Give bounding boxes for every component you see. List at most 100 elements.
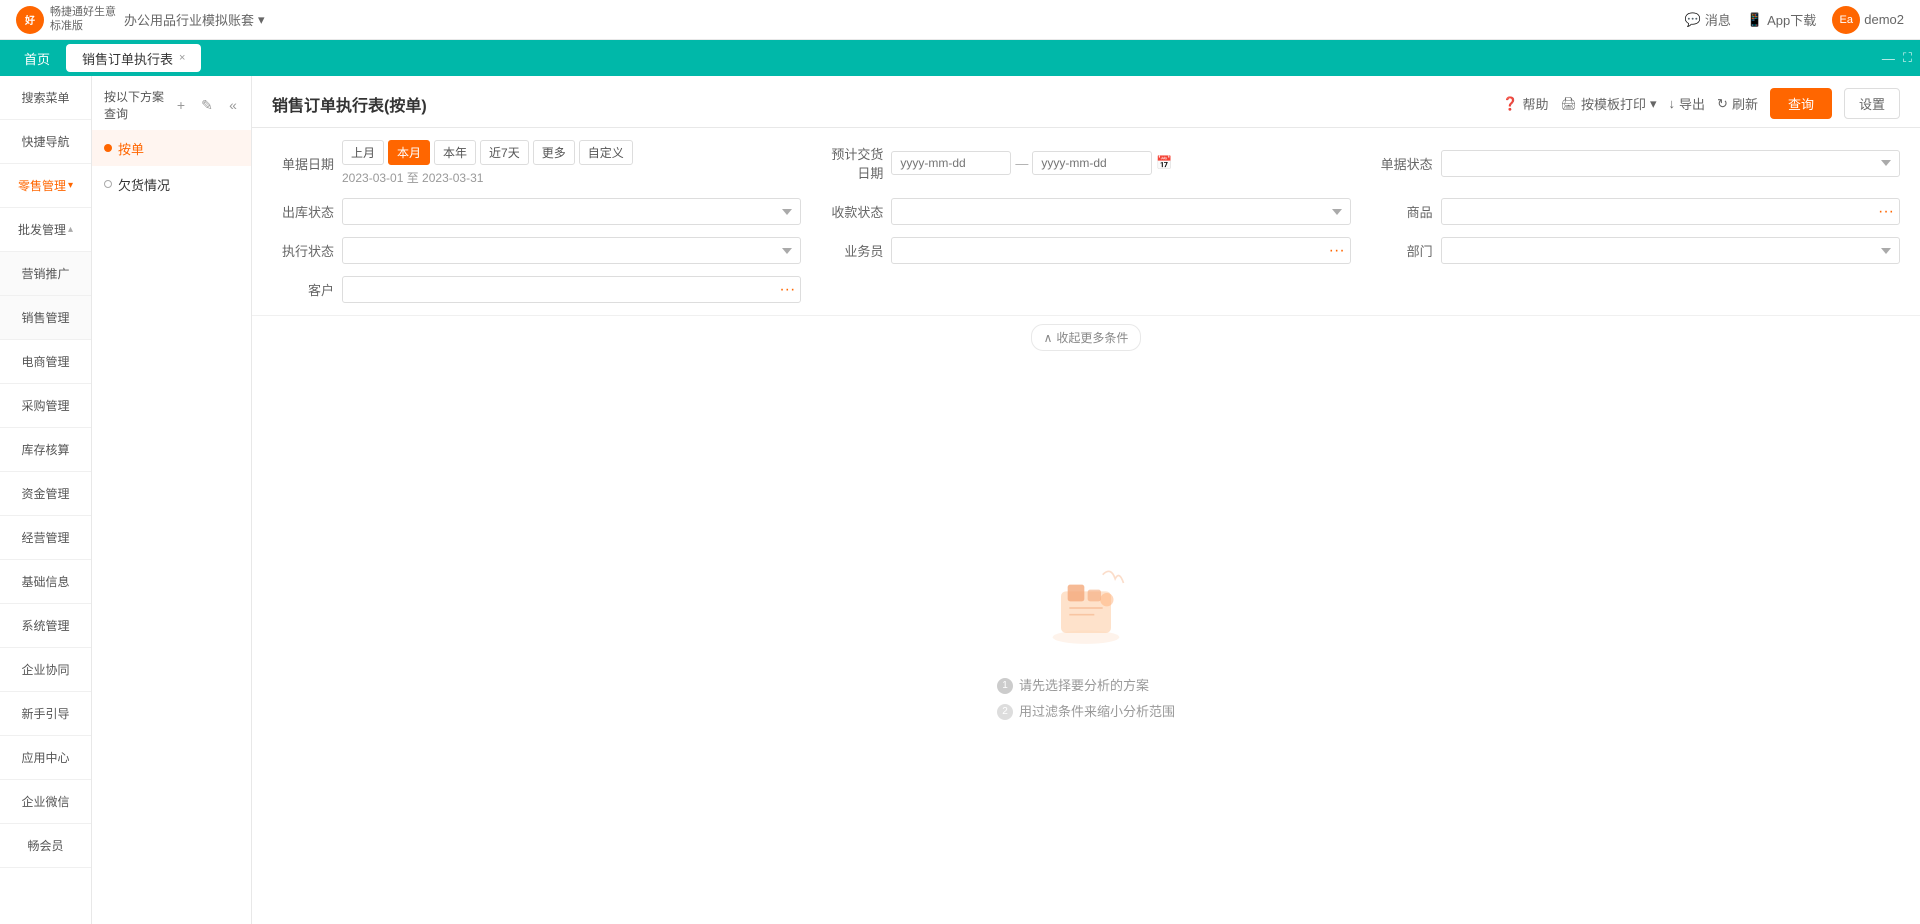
empty-tips: 1 请先选择要分析的方案 2 用过滤条件来缩小分析范围 <box>997 673 1175 725</box>
goods-label: 商品 <box>1371 202 1441 221</box>
salesperson-more-icon[interactable]: ··· <box>1329 242 1345 260</box>
filter-customer-cell: 客户 ··· <box>272 276 801 303</box>
chevron-icon: ▾ <box>68 180 73 191</box>
filter-goods-cell: 商品 ··· <box>1371 198 1900 225</box>
filter-row-4: 客户 ··· <box>272 276 1900 303</box>
out-status-select[interactable] <box>342 198 801 225</box>
date-btn-last-month[interactable]: 上月 <box>342 140 384 165</box>
sidebar-item-system[interactable]: 系统管理 <box>0 604 91 648</box>
nav-tabs: 首页 销售订单执行表 × — ⛶ <box>0 40 1920 76</box>
chevron-down-icon[interactable]: ▾ <box>258 12 265 28</box>
exec-status-control <box>342 237 801 264</box>
scheme-item-backorder[interactable]: 欠货情况 <box>92 166 251 202</box>
template-print-btn[interactable]: 🖨 按模板打印 ▾ <box>1560 94 1656 113</box>
date-separator: — <box>1015 156 1028 171</box>
message-icon: 💬 <box>1685 12 1701 28</box>
collapse-bar: ∧ 收起更多条件 <box>252 315 1920 359</box>
sidebar-item-member[interactable]: 畅会员 <box>0 824 91 868</box>
tab-sales-order[interactable]: 销售订单执行表 × <box>66 44 201 72</box>
sidebar-item-wholesale[interactable]: 批发管理 ▴ <box>0 208 91 252</box>
sidebar-item-operation[interactable]: 经营管理 <box>0 516 91 560</box>
date-btns: 上月 本月 本年 近7天 更多 自定义 <box>342 140 801 165</box>
dot-active-icon <box>104 144 112 152</box>
filter-row-1: 单据日期 上月 本月 本年 近7天 更多 自定义 2023-03-01 至 20… <box>272 140 1900 186</box>
setting-button[interactable]: 设置 <box>1844 88 1900 119</box>
page-actions: ❓ 帮助 🖨 按模板打印 ▾ ↓ 导出 ↻ 刷新 <box>1502 88 1900 119</box>
date-btn-7days[interactable]: 近7天 <box>480 140 529 165</box>
app-download-btn[interactable]: 📱 App下载 <box>1747 10 1816 29</box>
out-status-control <box>342 198 801 225</box>
sidebar-search[interactable]: 搜索菜单 <box>0 76 91 120</box>
filter-date-cell: 单据日期 上月 本月 本年 近7天 更多 自定义 2023-03-01 至 20… <box>272 140 801 186</box>
salesperson-input[interactable] <box>891 237 1350 264</box>
page-content: 销售订单执行表(按单) ❓ 帮助 🖨 按模板打印 ▾ ↓ 导出 <box>252 76 1920 924</box>
print-icon: 🖨 <box>1560 96 1577 112</box>
expected-date-start[interactable] <box>891 151 1011 175</box>
customer-input[interactable] <box>342 276 801 303</box>
exec-status-select[interactable] <box>342 237 801 264</box>
logo-area: 好 畅捷通好生意 标准版 <box>16 6 116 34</box>
chevron-down-icon: ▾ <box>1650 96 1657 112</box>
sidebar-item-enterprise[interactable]: 企业协同 <box>0 648 91 692</box>
customer-label: 客户 <box>272 280 342 299</box>
tip-num-2: 2 <box>997 704 1013 720</box>
edit-scheme-btn[interactable]: ✎ <box>197 95 217 115</box>
header-right: 💬 消息 📱 App下载 Ea demo2 <box>1685 6 1904 34</box>
sidebar-item-guide[interactable]: 新手引导 <box>0 692 91 736</box>
goods-more-icon[interactable]: ··· <box>1878 203 1894 221</box>
date-btn-this-month[interactable]: 本月 <box>388 140 430 165</box>
dept-select[interactable] <box>1441 237 1900 264</box>
sidebar-item-ecommerce[interactable]: 电商管理 <box>0 340 91 384</box>
date-btn-custom[interactable]: 自定义 <box>579 140 633 165</box>
maximize-icon[interactable]: ⛶ <box>1903 50 1912 66</box>
sidebar-item-appstore[interactable]: 应用中心 <box>0 736 91 780</box>
sidebar-item-retail[interactable]: 零售管理 ▾ <box>0 164 91 208</box>
nav-tabs-right: — ⛶ <box>1882 50 1912 66</box>
sidebar-item-marketing[interactable]: 营销推广 <box>0 252 91 296</box>
sidebar-quick-nav[interactable]: 快捷导航 <box>0 120 91 164</box>
customer-control: ··· <box>342 276 801 303</box>
sidebar-item-finance[interactable]: 资金管理 <box>0 472 91 516</box>
message-btn[interactable]: 💬 消息 <box>1685 10 1731 29</box>
tab-close-icon[interactable]: × <box>179 52 185 64</box>
goods-input[interactable] <box>1441 198 1900 225</box>
sidebar-item-sales[interactable]: 销售管理 <box>0 296 91 340</box>
logo-text: 畅捷通好生意 标准版 <box>50 6 116 32</box>
refresh-btn[interactable]: ↻ 刷新 <box>1717 94 1758 113</box>
expected-date-end[interactable] <box>1032 151 1152 175</box>
export-btn[interactable]: ↓ 导出 <box>1669 94 1706 113</box>
salesperson-label: 业务员 <box>821 241 891 260</box>
add-scheme-btn[interactable]: + <box>171 95 191 115</box>
sidebar-item-basic[interactable]: 基础信息 <box>0 560 91 604</box>
date-btn-this-year[interactable]: 本年 <box>434 140 476 165</box>
collapse-panel-btn[interactable]: « <box>223 95 243 115</box>
sidebar-item-inventory[interactable]: 库存核算 <box>0 428 91 472</box>
sidebar-item-wechat[interactable]: 企业微信 <box>0 780 91 824</box>
minimize-icon[interactable]: — <box>1882 51 1895 66</box>
tab-home[interactable]: 首页 <box>8 44 66 72</box>
logo-icon: 好 <box>16 6 44 34</box>
date-btn-more[interactable]: 更多 <box>533 140 575 165</box>
search-button[interactable]: 查询 <box>1770 88 1832 119</box>
left-panel-actions: + ✎ « <box>171 95 243 115</box>
collapse-button[interactable]: ∧ 收起更多条件 <box>1031 324 1142 351</box>
scheme-item-order[interactable]: 按单 <box>92 130 251 166</box>
customer-more-icon[interactable]: ··· <box>779 281 795 299</box>
receipt-status-label: 收款状态 <box>821 202 891 221</box>
filter-receipt-status-cell: 收款状态 <box>821 198 1350 225</box>
user-avatar[interactable]: Ea demo2 <box>1832 6 1904 34</box>
dept-label: 部门 <box>1371 241 1441 260</box>
sidebar-item-purchase[interactable]: 采购管理 <box>0 384 91 428</box>
status-select[interactable] <box>1441 150 1900 177</box>
page-header: 销售订单执行表(按单) ❓ 帮助 🖨 按模板打印 ▾ ↓ 导出 <box>252 76 1920 128</box>
filter-section: 单据日期 上月 本月 本年 近7天 更多 自定义 2023-03-01 至 20… <box>252 128 1920 315</box>
chevron-up-icon: ∧ <box>1044 331 1053 345</box>
left-panel: 按以下方案查询 + ✎ « 按单 欠货情况 <box>92 76 252 924</box>
sidebar: 搜索菜单 快捷导航 零售管理 ▾ 批发管理 ▴ 营销推广 销售管理 电商管理 采… <box>0 76 92 924</box>
receipt-status-select[interactable] <box>891 198 1350 225</box>
calendar-icon[interactable]: 📅 <box>1156 155 1172 171</box>
main-layout: 搜索菜单 快捷导航 零售管理 ▾ 批发管理 ▴ 营销推广 销售管理 电商管理 采… <box>0 76 1920 924</box>
filter-status-cell: 单据状态 <box>1371 140 1900 186</box>
help-btn[interactable]: ❓ 帮助 <box>1502 94 1548 113</box>
export-icon: ↓ <box>1669 96 1676 111</box>
